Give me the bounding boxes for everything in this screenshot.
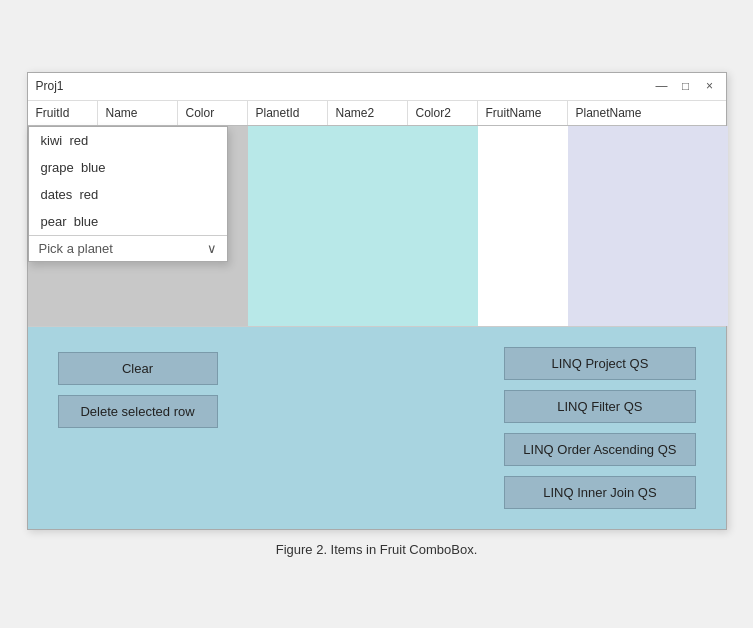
col-header-fruitid: FruitId bbox=[28, 101, 98, 125]
col-header-name: Name bbox=[98, 101, 178, 125]
minimize-button[interactable]: — bbox=[654, 78, 670, 94]
table-section: FruitId Name Color PlanetId Name2 Color2… bbox=[28, 101, 726, 327]
col-header-color: Color bbox=[178, 101, 248, 125]
figure-caption: Figure 2. Items in Fruit ComboBox. bbox=[276, 542, 478, 557]
col-bg-color2 bbox=[408, 126, 478, 326]
col-header-color2: Color2 bbox=[408, 101, 478, 125]
col-bg-planetid bbox=[248, 126, 328, 326]
bottom-section: Clear Delete selected row LINQ Project Q… bbox=[28, 327, 726, 529]
close-button[interactable]: × bbox=[702, 78, 718, 94]
chevron-down-icon: ∨ bbox=[207, 241, 217, 256]
right-buttons: LINQ Project QS LINQ Filter QS LINQ Orde… bbox=[504, 347, 695, 509]
window-title: Proj1 bbox=[36, 79, 64, 93]
title-bar-controls: — □ × bbox=[654, 78, 718, 94]
planet-combobox[interactable]: Pick a planet ∨ bbox=[29, 235, 227, 261]
delete-row-button[interactable]: Delete selected row bbox=[58, 395, 218, 428]
page-wrapper: Proj1 — □ × FruitId Name Color PlanetId … bbox=[27, 72, 727, 557]
title-bar: Proj1 — □ × bbox=[28, 73, 726, 101]
col-header-fruitname: FruitName bbox=[478, 101, 568, 125]
dropdown-item-pear[interactable]: pear blue bbox=[29, 208, 227, 235]
col-header-planetid: PlanetId bbox=[248, 101, 328, 125]
linq-filter-button[interactable]: LINQ Filter QS bbox=[504, 390, 695, 423]
fruit-dropdown[interactable]: kiwi red grape blue dates red pear blue … bbox=[28, 126, 228, 262]
table-body: kiwi red grape blue dates red pear blue … bbox=[28, 126, 726, 326]
col-bg-name2 bbox=[328, 126, 408, 326]
table-header: FruitId Name Color PlanetId Name2 Color2… bbox=[28, 101, 726, 126]
col-bg-fruitname bbox=[478, 126, 568, 326]
linq-join-button[interactable]: LINQ Inner Join QS bbox=[504, 476, 695, 509]
col-bg-planetname bbox=[568, 126, 728, 326]
col-header-name2: Name2 bbox=[328, 101, 408, 125]
linq-order-button[interactable]: LINQ Order Ascending QS bbox=[504, 433, 695, 466]
left-buttons: Clear Delete selected row bbox=[58, 347, 218, 428]
dropdown-item-grape[interactable]: grape blue bbox=[29, 154, 227, 181]
col-header-planetname: PlanetName bbox=[568, 101, 658, 125]
planet-combobox-label: Pick a planet bbox=[39, 241, 113, 256]
dropdown-item-dates[interactable]: dates red bbox=[29, 181, 227, 208]
application-window: Proj1 — □ × FruitId Name Color PlanetId … bbox=[27, 72, 727, 530]
linq-project-button[interactable]: LINQ Project QS bbox=[504, 347, 695, 380]
dropdown-item-kiwi[interactable]: kiwi red bbox=[29, 127, 227, 154]
content-area: FruitId Name Color PlanetId Name2 Color2… bbox=[28, 101, 726, 529]
clear-button[interactable]: Clear bbox=[58, 352, 218, 385]
maximize-button[interactable]: □ bbox=[678, 78, 694, 94]
